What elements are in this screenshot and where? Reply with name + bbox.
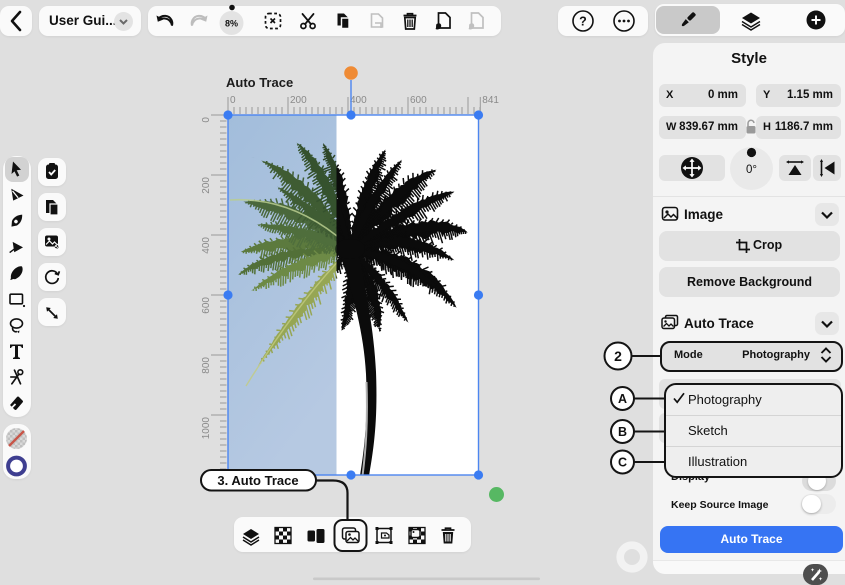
svg-text:8%: 8% [225, 19, 238, 29]
svg-text:200: 200 [290, 95, 307, 106]
svg-text:600: 600 [201, 297, 212, 314]
svg-text:0: 0 [230, 95, 236, 106]
svg-text:B: B [618, 425, 627, 439]
svg-text:600: 600 [410, 95, 427, 106]
svg-text:800: 800 [201, 357, 212, 374]
svg-text:400: 400 [201, 237, 212, 254]
svg-text:400: 400 [350, 95, 367, 106]
svg-text:Auto Trace: Auto Trace [226, 75, 293, 90]
svg-text:A: A [618, 392, 627, 406]
svg-text:3. Auto Trace: 3. Auto Trace [217, 473, 298, 488]
svg-text:0: 0 [201, 117, 212, 123]
svg-text:?: ? [579, 15, 587, 29]
svg-text:200: 200 [201, 177, 212, 194]
svg-text:C: C [618, 456, 627, 470]
svg-text:2: 2 [614, 348, 622, 364]
svg-text:1000: 1000 [201, 417, 212, 440]
svg-text:0°: 0° [746, 164, 757, 176]
svg-text:841: 841 [482, 95, 499, 106]
